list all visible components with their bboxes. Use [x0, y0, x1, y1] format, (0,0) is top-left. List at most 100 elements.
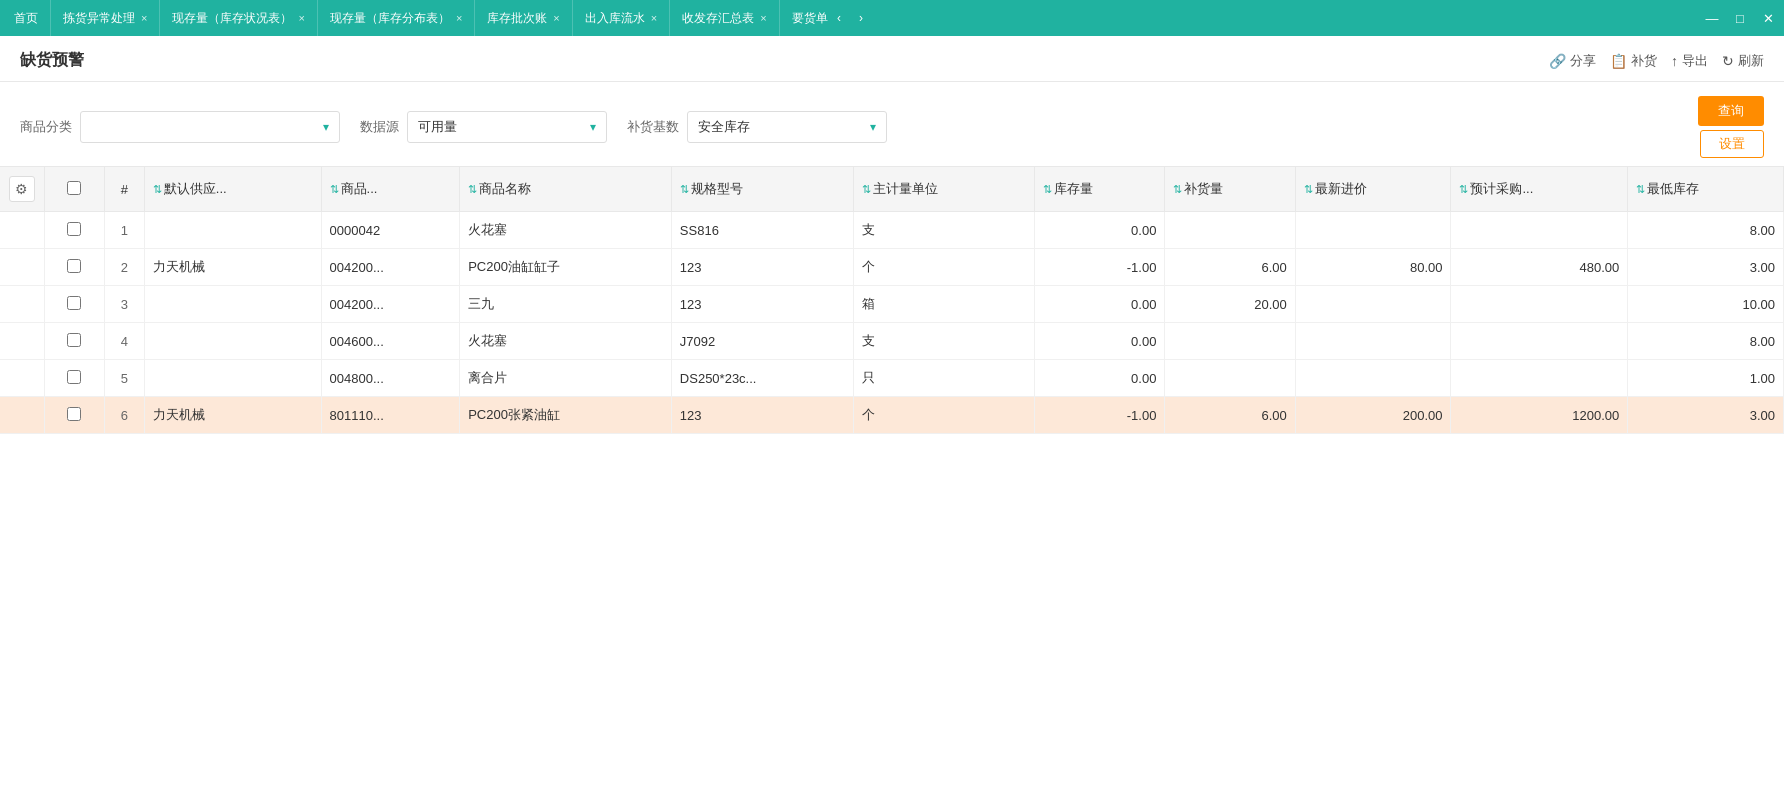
query-button[interactable]: 查询	[1698, 96, 1764, 126]
tab-item-stock-status[interactable]: 现存量（库存状况表）×	[160, 0, 317, 36]
replenish-base-chevron-icon: ▾	[870, 120, 876, 134]
share-button[interactable]: 🔗 分享	[1549, 52, 1596, 70]
table-cell: 箱	[854, 286, 1035, 323]
filter-actions: 查询 设置	[1698, 96, 1764, 158]
table-cell[interactable]	[44, 360, 104, 397]
table-cell: 个	[854, 397, 1035, 434]
table-cell[interactable]	[44, 286, 104, 323]
select-all-checkbox[interactable]	[67, 181, 81, 195]
row-checkbox[interactable]	[67, 333, 81, 347]
row-checkbox[interactable]	[67, 296, 81, 310]
tab-close-icon[interactable]: ×	[298, 12, 304, 24]
replenish-button[interactable]: 📋 补货	[1610, 52, 1657, 70]
replenish-base-select[interactable]: 安全库存 ▾	[687, 111, 887, 143]
table-cell: 0000042	[321, 212, 460, 249]
col-code-header[interactable]: ⇅商品...	[321, 167, 460, 212]
tab-item-receipt-summary[interactable]: 收发存汇总表×	[670, 0, 779, 36]
price-sort-icon: ⇅	[1304, 183, 1313, 195]
window-minimize-btn[interactable]: —	[1698, 0, 1726, 36]
tab-item-stock-dist[interactable]: 现存量（库存分布表）×	[318, 0, 475, 36]
export-button[interactable]: ↑ 导出	[1671, 52, 1708, 70]
table-cell	[144, 323, 321, 360]
col-purchase-header[interactable]: ⇅预计采购...	[1451, 167, 1628, 212]
table-cell	[0, 286, 44, 323]
datasource-chevron-icon: ▾	[590, 120, 596, 134]
col-replenish-header[interactable]: ⇅补货量	[1165, 167, 1295, 212]
tab-label: 库存批次账	[487, 10, 547, 27]
row-checkbox[interactable]	[67, 259, 81, 273]
category-chevron-icon: ▾	[323, 120, 329, 134]
tab-item-home[interactable]: 首页	[2, 0, 51, 36]
header-actions: 🔗 分享 📋 补货 ↑ 导出 ↻ 刷新	[1549, 52, 1764, 70]
table-cell	[1451, 323, 1628, 360]
col-unit-header[interactable]: ⇅主计量单位	[854, 167, 1035, 212]
replenish-sort-icon: ⇅	[1173, 183, 1182, 195]
tab-nav-prev[interactable]: ‹	[828, 0, 850, 36]
table-cell: 支	[854, 212, 1035, 249]
table-cell: 2	[104, 249, 144, 286]
tab-item-order-stats[interactable]: 要货单统计表×	[780, 0, 828, 36]
table-cell: 123	[671, 286, 853, 323]
table-cell: 3	[104, 286, 144, 323]
tab-close-icon[interactable]: ×	[760, 12, 766, 24]
table-cell: 三九	[460, 286, 672, 323]
table-cell	[1165, 360, 1295, 397]
tab-close-icon[interactable]: ×	[141, 12, 147, 24]
table-cell[interactable]	[44, 397, 104, 434]
row-checkbox[interactable]	[67, 407, 81, 421]
table-cell: 004600...	[321, 323, 460, 360]
col-stock-header[interactable]: ⇅库存量	[1035, 167, 1165, 212]
table-settings-icon[interactable]: ⚙	[9, 176, 35, 202]
col-spec-header[interactable]: ⇅规格型号	[671, 167, 853, 212]
table-cell: 火花塞	[460, 212, 672, 249]
table-cell: SS816	[671, 212, 853, 249]
table-cell: 3.00	[1628, 249, 1784, 286]
settings-button[interactable]: 设置	[1700, 130, 1764, 158]
spec-sort-icon: ⇅	[680, 183, 689, 195]
datasource-select[interactable]: 可用量 ▾	[407, 111, 607, 143]
table-cell	[0, 323, 44, 360]
table-cell[interactable]	[44, 212, 104, 249]
col-checkbox-header	[44, 167, 104, 212]
table-cell: 123	[671, 397, 853, 434]
row-checkbox[interactable]	[67, 222, 81, 236]
table-container: ⚙ # ⇅默认供应... ⇅商品... ⇅商品名称 ⇅规格型号 ⇅主计量单位 ⇅…	[0, 166, 1784, 434]
col-supplier-header[interactable]: ⇅默认供应...	[144, 167, 321, 212]
window-close-btn[interactable]: ✕	[1754, 0, 1782, 36]
table-cell: 6.00	[1165, 249, 1295, 286]
table-cell: 1	[104, 212, 144, 249]
table-cell[interactable]	[44, 249, 104, 286]
col-price-header[interactable]: ⇅最新进价	[1295, 167, 1451, 212]
col-minstock-header[interactable]: ⇅最低库存	[1628, 167, 1784, 212]
tab-close-icon[interactable]: ×	[553, 12, 559, 24]
shortage-table: ⚙ # ⇅默认供应... ⇅商品... ⇅商品名称 ⇅规格型号 ⇅主计量单位 ⇅…	[0, 166, 1784, 434]
table-cell: 4	[104, 323, 144, 360]
row-checkbox[interactable]	[67, 370, 81, 384]
replenish-icon: 📋	[1610, 53, 1627, 69]
table-cell: 个	[854, 249, 1035, 286]
col-num-header: #	[104, 167, 144, 212]
col-name-header[interactable]: ⇅商品名称	[460, 167, 672, 212]
table-cell: 力天机械	[144, 397, 321, 434]
tab-nav-next[interactable]: ›	[850, 0, 872, 36]
table-cell[interactable]	[44, 323, 104, 360]
table-cell: 5	[104, 360, 144, 397]
refresh-button[interactable]: ↻ 刷新	[1722, 52, 1764, 70]
tab-item-batch-ledger[interactable]: 库存批次账 ×	[475, 0, 572, 36]
tab-close-icon[interactable]: ×	[456, 12, 462, 24]
window-maximize-btn[interactable]: □	[1726, 0, 1754, 36]
table-cell: 20.00	[1165, 286, 1295, 323]
col-settings: ⚙	[0, 167, 44, 212]
tab-item-abnormal[interactable]: 拣货异常处理×	[51, 0, 160, 36]
table-cell	[0, 212, 44, 249]
category-select[interactable]: ▾	[80, 111, 340, 143]
table-cell: 8.00	[1628, 212, 1784, 249]
tab-item-inout-flow[interactable]: 出入库流水×	[573, 0, 670, 36]
table-cell	[1451, 360, 1628, 397]
tab-close-icon[interactable]: ×	[651, 12, 657, 24]
table-cell	[1451, 286, 1628, 323]
datasource-filter-group: 数据源 可用量 ▾	[360, 111, 607, 143]
table-cell: 0.00	[1035, 360, 1165, 397]
table-cell	[144, 212, 321, 249]
category-label: 商品分类	[20, 118, 72, 136]
